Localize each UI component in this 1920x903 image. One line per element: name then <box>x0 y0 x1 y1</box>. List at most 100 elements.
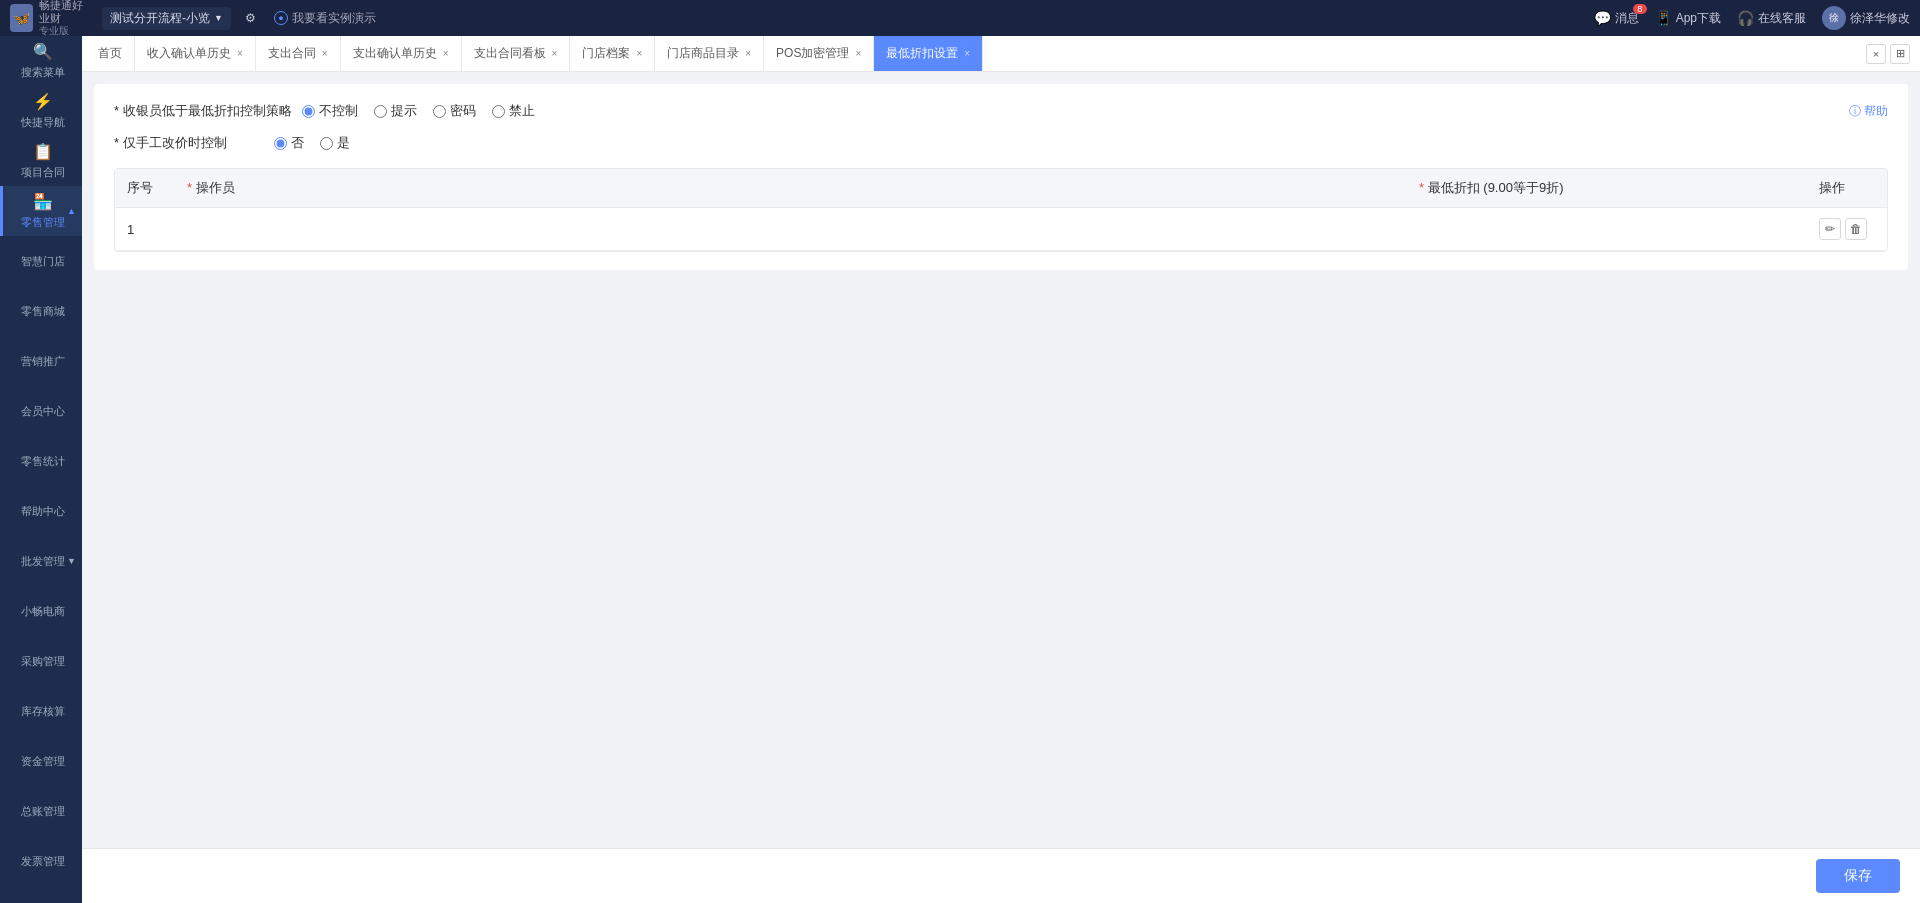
chevron-down-icon: ▼ <box>214 13 223 23</box>
radio-password[interactable]: 密码 <box>433 102 476 120</box>
chevron-icon: ▲ <box>67 206 76 216</box>
edit-row-btn[interactable]: ✏ <box>1819 218 1841 240</box>
tab-min-discount[interactable]: 最低折扣设置 × <box>874 36 983 72</box>
table-row: 1 ✏ 🗑 <box>115 208 1887 251</box>
radio-forbidden-input[interactable] <box>492 105 505 118</box>
delete-row-btn[interactable]: 🗑 <box>1845 218 1867 240</box>
tab-store-file[interactable]: 门店档案 × <box>570 36 655 72</box>
headset-icon: 🎧 <box>1737 10 1754 26</box>
sidebar: 🔍 搜索菜单 ⚡ 快捷导航 📋 项目合同 🏪 零售管理 ▲ 智慧门店 零售商城 … <box>0 36 82 903</box>
demo-icon: ● <box>274 11 288 25</box>
cashier-policy-label: * 收银员低于最低折扣控制策略 <box>114 102 292 120</box>
help-icon: ⓘ <box>1849 103 1861 120</box>
radio-manual-yes[interactable]: 是 <box>320 134 350 152</box>
settings-btn[interactable]: ⚙ <box>245 11 256 25</box>
radio-hint[interactable]: 提示 <box>374 102 417 120</box>
radio-password-input[interactable] <box>433 105 446 118</box>
radio-no-control-input[interactable] <box>302 105 315 118</box>
topbar: 🦋 畅捷通好业财 专业版 测试分开流程-小览 ▼ ⚙ ● 我要看实例演示 💬 消… <box>0 0 1920 36</box>
sidebar-item-quicknav[interactable]: ⚡ 快捷导航 <box>0 86 82 136</box>
manual-price-options: 否 是 <box>274 134 350 152</box>
message-btn[interactable]: 💬 消息 8 <box>1594 10 1639 27</box>
sidebar-item-stat[interactable]: 零售统计 <box>0 436 82 486</box>
tab-bar-end: × ⊞ <box>1860 44 1916 64</box>
tab-close-board[interactable]: × <box>552 48 558 59</box>
radio-hint-input[interactable] <box>374 105 387 118</box>
radio-manual-no[interactable]: 否 <box>274 134 304 152</box>
help-link[interactable]: ⓘ 帮助 <box>1849 103 1888 120</box>
message-badge: 8 <box>1633 4 1647 14</box>
page-content: * 收银员低于最低折扣控制策略 不控制 提示 密码 <box>82 72 1920 848</box>
tab-close-mindiscount[interactable]: × <box>964 48 970 59</box>
user-menu[interactable]: 徐 徐泽华修改 <box>1822 6 1910 30</box>
sidebar-item-search[interactable]: 🔍 搜索菜单 <box>0 36 82 86</box>
online-service-btn[interactable]: 🎧 在线客服 <box>1737 10 1806 27</box>
sidebar-item-finance[interactable]: 资金管理 <box>0 736 82 786</box>
tab-pos-lock[interactable]: POS加密管理 × <box>764 36 874 72</box>
contract-icon: 📋 <box>33 142 53 161</box>
project-selector[interactable]: 测试分开流程-小览 ▼ <box>102 7 231 30</box>
sidebar-item-invoice[interactable]: 发票管理 <box>0 836 82 886</box>
save-bar: 保存 <box>82 848 1920 903</box>
tab-close-poslock[interactable]: × <box>855 48 861 59</box>
cashier-policy-row: * 收银员低于最低折扣控制策略 不控制 提示 密码 <box>114 102 1888 120</box>
tab-close-all-btn[interactable]: × <box>1866 44 1886 64</box>
td-min-discount <box>1407 208 1807 250</box>
tab-pay-confirm-history[interactable]: 支出确认单历史 × <box>341 36 462 72</box>
th-min-discount: * 最低折扣 (9.00等于9折) <box>1407 169 1807 207</box>
radio-no-control[interactable]: 不控制 <box>302 102 358 120</box>
sidebar-item-purchase[interactable]: 采购管理 <box>0 636 82 686</box>
save-button[interactable]: 保存 <box>1816 859 1900 893</box>
tab-close-payconfirm[interactable]: × <box>443 48 449 59</box>
sidebar-item-inventory[interactable]: 库存核算 <box>0 686 82 736</box>
radio-manual-yes-input[interactable] <box>320 137 333 150</box>
store-icon: 🏪 <box>33 192 53 211</box>
message-icon: 💬 <box>1594 10 1611 26</box>
sidebar-item-market[interactable]: 营销推广 <box>0 336 82 386</box>
search-icon: 🔍 <box>33 42 53 61</box>
sidebar-item-project[interactable]: 📋 项目合同 <box>0 136 82 186</box>
radio-manual-no-input[interactable] <box>274 137 287 150</box>
manual-price-label: * 仅手工改价时控制 <box>114 134 264 152</box>
sidebar-item-retail[interactable]: 🏪 零售管理 ▲ <box>0 186 82 236</box>
th-actions: 操作 <box>1807 169 1887 207</box>
sidebar-item-ecom[interactable]: 小畅电商 <box>0 586 82 636</box>
cashier-policy-options: 不控制 提示 密码 禁止 <box>302 102 535 120</box>
download-icon: 📱 <box>1655 10 1672 26</box>
tab-close-paycontract[interactable]: × <box>322 48 328 59</box>
lightning-icon: ⚡ <box>33 92 53 111</box>
sidebar-item-shop[interactable]: 零售商城 <box>0 286 82 336</box>
topbar-actions: 💬 消息 8 📱 App下载 🎧 在线客服 徐 徐泽华修改 <box>1594 6 1910 30</box>
tab-pay-contract[interactable]: 支出合同 × <box>256 36 341 72</box>
settings-panel: * 收银员低于最低折扣控制策略 不控制 提示 密码 <box>94 84 1908 270</box>
tab-close-storefile[interactable]: × <box>636 48 642 59</box>
tab-close-income[interactable]: × <box>237 48 243 59</box>
manual-price-row: * 仅手工改价时控制 否 是 <box>114 134 1888 152</box>
tab-pay-contract-board[interactable]: 支出合同看板 × <box>462 36 571 72</box>
td-operator <box>175 208 1407 250</box>
app-download-btn[interactable]: 📱 App下载 <box>1655 10 1721 27</box>
avatar: 徐 <box>1822 6 1846 30</box>
sidebar-item-ledger[interactable]: 总账管理 <box>0 786 82 836</box>
sidebar-item-tax[interactable]: 税务管理 <box>0 886 82 903</box>
app-name: 畅捷通好业财 专业版 <box>39 0 92 37</box>
sidebar-item-batch[interactable]: 批发管理 ▼ <box>0 536 82 586</box>
tab-income-history[interactable]: 收入确认单历史 × <box>135 36 256 72</box>
tab-store-product[interactable]: 门店商品目录 × <box>655 36 764 72</box>
td-row-actions: ✏ 🗑 <box>1807 208 1887 250</box>
radio-forbidden[interactable]: 禁止 <box>492 102 535 120</box>
logo-icon: 🦋 <box>10 4 33 32</box>
sidebar-item-smart[interactable]: 智慧门店 <box>0 236 82 286</box>
app-logo: 🦋 畅捷通好业财 专业版 <box>10 0 92 37</box>
th-operator: * 操作员 <box>175 169 1407 207</box>
sidebar-item-help[interactable]: 帮助中心 <box>0 486 82 536</box>
th-seq: 序号 <box>115 169 175 207</box>
demo-link[interactable]: ● 我要看实例演示 <box>274 10 376 27</box>
tab-home[interactable]: 首页 <box>86 36 135 72</box>
tab-close-storeproduct[interactable]: × <box>745 48 751 59</box>
table-header: 序号 * 操作员 * 最低折扣 (9.00等于9折) 操作 <box>115 169 1887 208</box>
tab-bar: 首页 收入确认单历史 × 支出合同 × 支出确认单历史 × 支出合同看板 × 门… <box>82 36 1920 72</box>
tab-more-btn[interactable]: ⊞ <box>1890 44 1910 64</box>
sidebar-item-member[interactable]: 会员中心 <box>0 386 82 436</box>
gear-icon: ⚙ <box>245 11 256 25</box>
